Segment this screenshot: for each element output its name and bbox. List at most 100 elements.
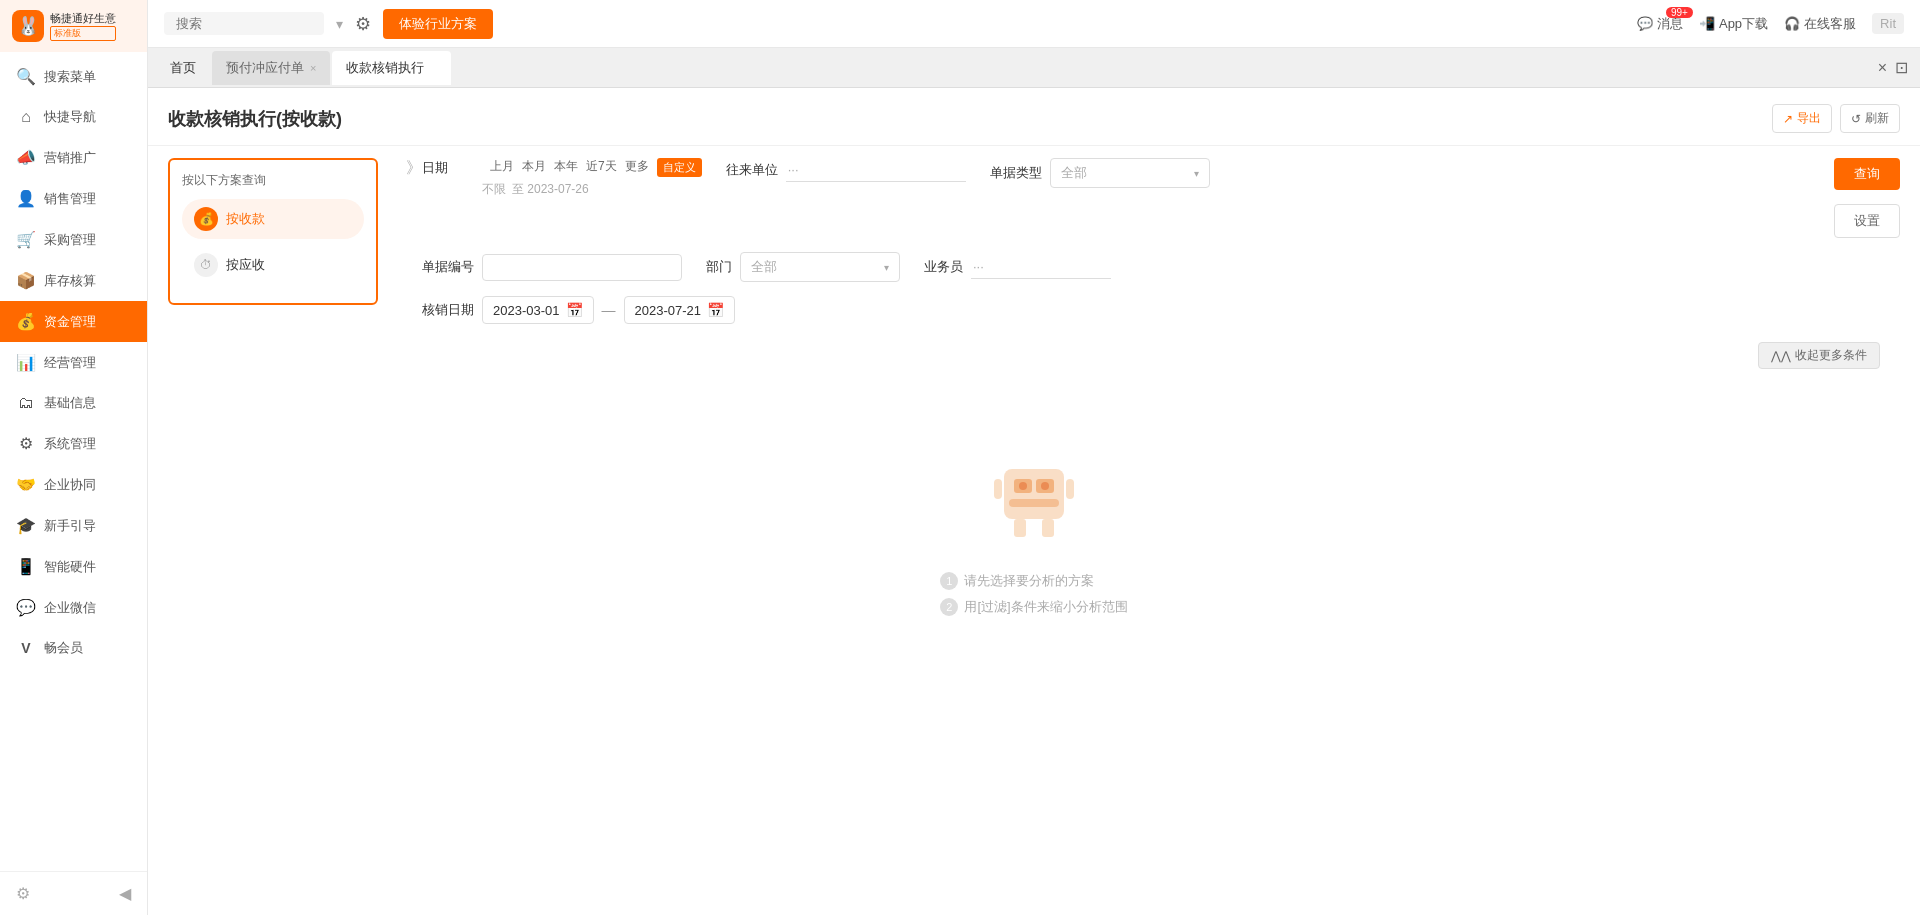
tab-prepay-close[interactable]: ×: [310, 62, 316, 74]
counterparty-input[interactable]: ···: [786, 158, 966, 182]
topbar: ▾ ⚙ 体验行业方案 💬 消息 99+ 📲 App下载 🎧 在线客服 Rit: [148, 0, 1920, 48]
writeoff-start-value: 2023-03-01: [493, 303, 560, 318]
tab-writeoff-close[interactable]: ×: [430, 62, 436, 74]
sidebar-item-hardware[interactable]: 📱 智能硬件: [0, 546, 147, 587]
query-actions: 查询 设置: [1834, 158, 1900, 238]
topbar-gear-icon[interactable]: ⚙: [355, 13, 371, 35]
collapse-more-button[interactable]: ⋀⋀ 收起更多条件: [1758, 342, 1880, 369]
sidebar-item-search[interactable]: 🔍 搜索菜单: [0, 56, 147, 97]
tab-home[interactable]: 首页: [156, 51, 210, 85]
date-more[interactable]: 更多: [625, 158, 649, 177]
collapse-sidebar-icon[interactable]: ◀: [119, 884, 131, 903]
sidebar-item-purchase[interactable]: 🛒 采购管理: [0, 219, 147, 260]
logo-icon: 🐰: [12, 10, 44, 42]
guide-icon: 🎓: [16, 516, 36, 535]
sidebar-item-system[interactable]: ⚙ 系统管理: [0, 423, 147, 464]
app-icon: 📲: [1699, 16, 1715, 31]
sidebar-item-operations[interactable]: 📊 经营管理: [0, 342, 147, 383]
svg-rect-3: [1009, 499, 1059, 507]
dept-select[interactable]: 全部 ▾: [740, 252, 900, 282]
counterparty-dots: ···: [788, 162, 799, 177]
collab-icon: 🤝: [16, 475, 36, 494]
settings-button[interactable]: 设置: [1834, 204, 1900, 238]
empty-robot-illustration: [974, 449, 1094, 552]
date-no-limit: 不限: [482, 181, 506, 198]
sidebar-item-guide[interactable]: 🎓 新手引导: [0, 505, 147, 546]
svg-rect-0: [1004, 469, 1064, 519]
user-account[interactable]: Rit: [1872, 13, 1904, 34]
date-last-month[interactable]: 上月: [490, 158, 514, 177]
sidebar-nav: 🔍 搜索菜单 ⌂ 快捷导航 📣 营销推广 👤 销售管理 🛒 采购管理 📦 库存核…: [0, 52, 147, 871]
service-icon: 🎧: [1784, 16, 1800, 31]
home-icon: ⌂: [16, 108, 36, 126]
app-download-button[interactable]: 📲 App下载: [1699, 15, 1768, 33]
tip-row-2: 2 用[过滤]条件来缩小分析范围: [940, 594, 1127, 620]
date-this-year[interactable]: 本年: [554, 158, 578, 177]
date-label: 日期: [422, 159, 482, 177]
tabbar: 首页 预付冲应付单 × 收款核销执行 × × ⊡: [148, 48, 1920, 88]
sidebar-item-wechat[interactable]: 💬 企业微信: [0, 587, 147, 628]
finance-icon: 💰: [16, 312, 36, 331]
online-service-button[interactable]: 🎧 在线客服: [1784, 15, 1856, 33]
date-custom-badge[interactable]: 自定义: [657, 158, 702, 177]
sidebar: 🐰 畅捷通好生意 标准版 🔍 搜索菜单 ⌂ 快捷导航 📣 营销推广 👤 销售管理…: [0, 0, 148, 915]
tab-prepay[interactable]: 预付冲应付单 ×: [212, 51, 330, 85]
export-button[interactable]: ↗ 导出: [1772, 104, 1832, 133]
inventory-icon: 📦: [16, 271, 36, 290]
topbar-dropdown-arrow[interactable]: ▾: [336, 16, 343, 32]
filter-option-by-receipt[interactable]: 💰 按收款: [182, 199, 364, 239]
sidebar-item-marketing[interactable]: 📣 营销推广: [0, 137, 147, 178]
refresh-button[interactable]: ↺ 刷新: [1840, 104, 1900, 133]
svg-rect-5: [1066, 479, 1074, 499]
sidebar-item-finance[interactable]: 💰 资金管理: [0, 301, 147, 342]
solution-button[interactable]: 体验行业方案: [383, 9, 493, 39]
robot-svg: [974, 449, 1094, 549]
sidebar-item-inventory[interactable]: 📦 库存核算: [0, 260, 147, 301]
hardware-icon: 📱: [16, 557, 36, 576]
marketing-icon: 📣: [16, 148, 36, 167]
receipt-icon: 💰: [194, 207, 218, 231]
tab-writeoff[interactable]: 收款核销执行 ×: [332, 51, 450, 85]
empty-tips: 1 请先选择要分析的方案 2 用[过滤]条件来缩小分析范围: [940, 568, 1127, 620]
sidebar-item-collab[interactable]: 🤝 企业协同: [0, 464, 147, 505]
filter-collapse-icon[interactable]: 》: [406, 158, 422, 179]
main-area: ▾ ⚙ 体验行业方案 💬 消息 99+ 📲 App下载 🎧 在线客服 Rit 首…: [148, 0, 1920, 915]
counterparty-label: 往来单位: [726, 161, 778, 179]
date-this-month[interactable]: 本月: [522, 158, 546, 177]
settings-bottom-icon[interactable]: ⚙: [16, 884, 30, 903]
dept-placeholder: 全部: [751, 258, 777, 276]
tab-expand-icon[interactable]: ⊡: [1895, 58, 1908, 77]
sidebar-item-sales[interactable]: 👤 销售管理: [0, 178, 147, 219]
sales-icon: 👤: [16, 189, 36, 208]
writeoff-end-value: 2023-07-21: [635, 303, 702, 318]
page-header: 收款核销执行(按收款) ↗ 导出 ↺ 刷新: [148, 88, 1920, 146]
topbar-search-input[interactable]: [164, 12, 324, 35]
message-button[interactable]: 💬 消息 99+: [1637, 15, 1683, 33]
writeoff-date-end-picker[interactable]: 2023-07-21 📅: [624, 296, 736, 324]
content-area: 收款核销执行(按收款) ↗ 导出 ↺ 刷新 按以下方案: [148, 88, 1920, 915]
sidebar-logo: 🐰 畅捷通好生意 标准版: [0, 0, 147, 52]
logo-text: 畅捷通好生意 标准版: [50, 11, 116, 40]
svg-rect-7: [1042, 519, 1054, 537]
doc-type-chevron-icon: ▾: [1194, 168, 1199, 179]
staff-dots: ···: [973, 259, 984, 274]
filter-option-by-receivable[interactable]: ⏱ 按应收: [182, 245, 364, 285]
page: 收款核销执行(按收款) ↗ 导出 ↺ 刷新 按以下方案: [148, 88, 1920, 915]
tip-num-2: 2: [940, 598, 958, 616]
doc-type-select[interactable]: 全部 ▾: [1050, 158, 1210, 188]
sidebar-item-vip[interactable]: V 畅会员: [0, 628, 147, 668]
receivable-icon: ⏱: [194, 253, 218, 277]
page-header-actions: ↗ 导出 ↺ 刷新: [1772, 104, 1900, 133]
writeoff-date-start-picker[interactable]: 2023-03-01 📅: [482, 296, 594, 324]
query-button[interactable]: 查询: [1834, 158, 1900, 190]
sidebar-item-quicknav[interactable]: ⌂ 快捷导航: [0, 97, 147, 137]
sidebar-item-base[interactable]: 🗂 基础信息: [0, 383, 147, 423]
sidebar-bottom: ⚙ ◀: [0, 871, 147, 915]
message-icon: 💬: [1637, 16, 1653, 31]
doc-no-input[interactable]: [482, 254, 682, 281]
filter-panel: 按以下方案查询 💰 按收款 ⏱ 按应收 》: [148, 146, 1920, 389]
staff-input[interactable]: ···: [971, 255, 1111, 279]
tab-close-all-icon[interactable]: ×: [1878, 59, 1887, 77]
filter-scheme-title: 按以下方案查询: [182, 172, 364, 189]
date-7days[interactable]: 近7天: [586, 158, 617, 177]
